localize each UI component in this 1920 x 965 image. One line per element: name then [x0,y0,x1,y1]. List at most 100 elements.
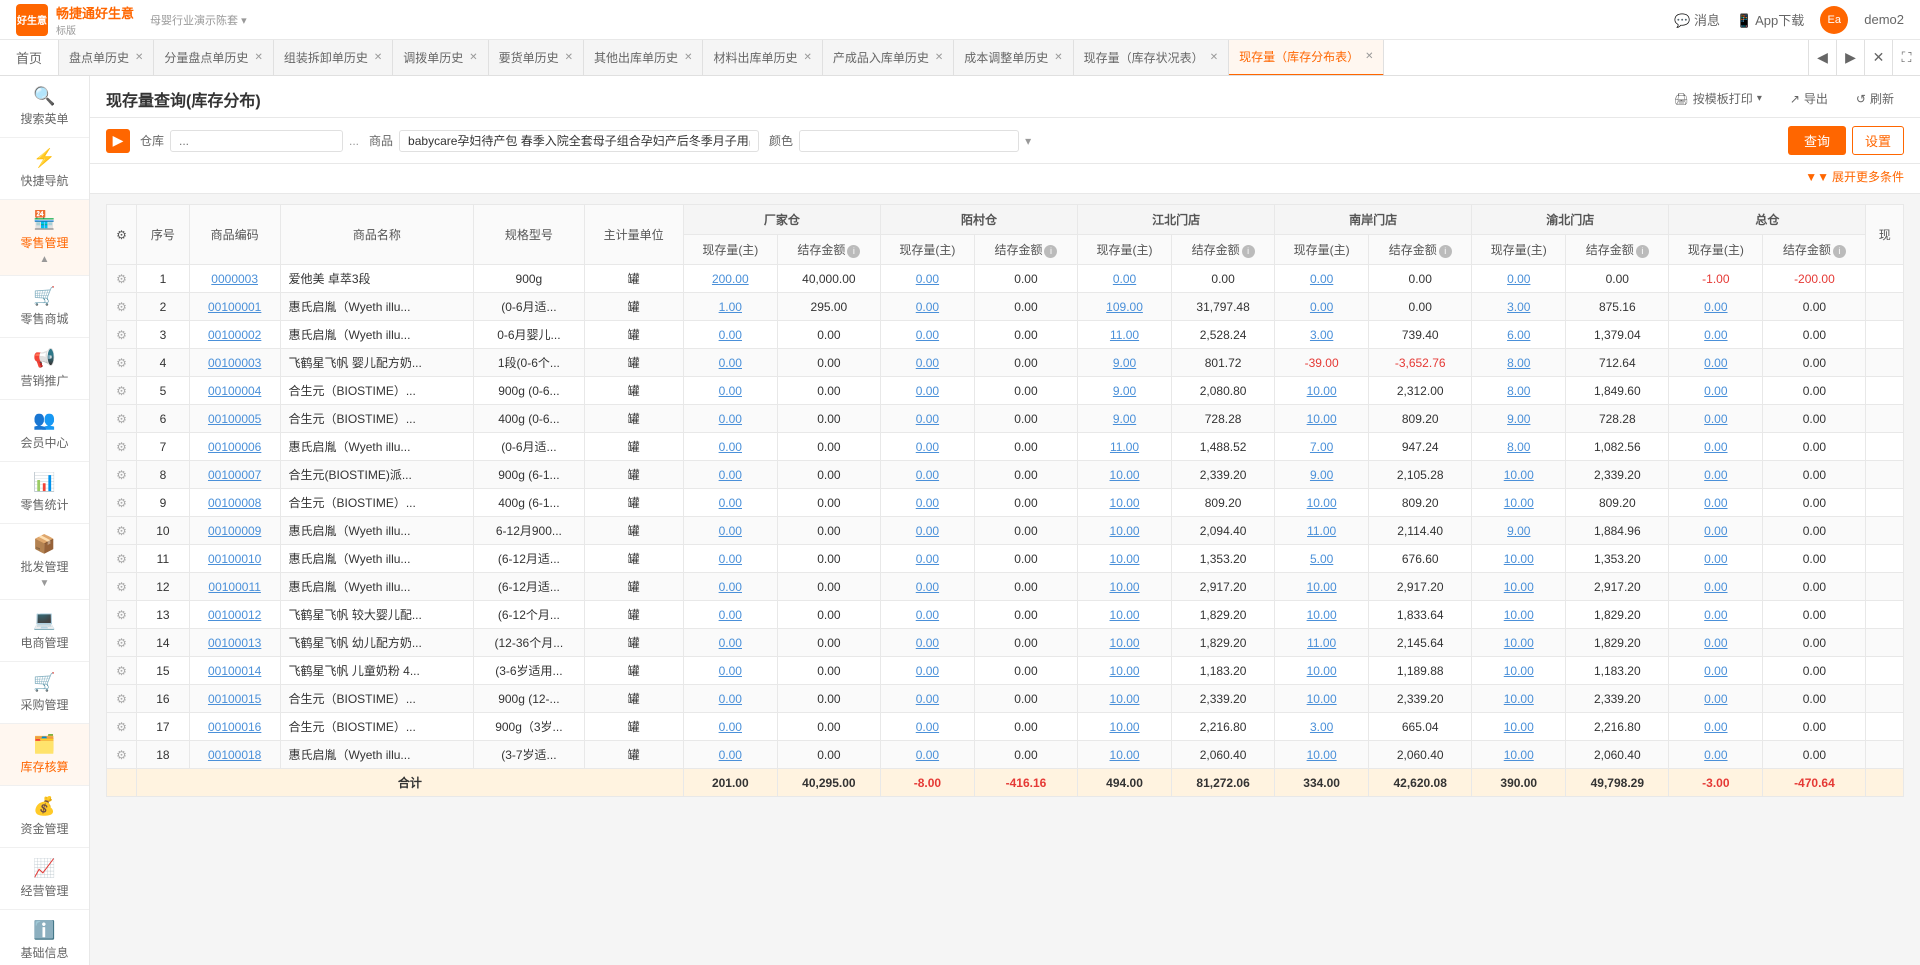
export-btn[interactable]: ↗ 导出 [1780,86,1838,111]
tab-yaohuo[interactable]: 要货单历史 ✕ [489,40,584,76]
color-dropdown-icon[interactable]: ▾ [1025,134,1031,148]
cell-total-qty: 0.00 [1669,405,1763,433]
tab-zuzhuan[interactable]: 组装拆卸单历史 ✕ [274,40,393,76]
table-container[interactable]: ⚙ 序号 商品编码 商品名称 规格型号 主计量单位 厂家仓 陌村仓 江北门店 南… [90,194,1920,965]
tab-fenpandian[interactable]: 分量盘点单历史 ✕ [154,40,273,76]
sidebar-item-quicknav[interactable]: ⚡ 快捷导航 [0,138,89,200]
sidebar-item-ecommerce[interactable]: 💻 电商管理 [0,600,89,662]
cell-settings[interactable]: ⚙ [107,685,137,713]
cell-settings[interactable]: ⚙ [107,741,137,769]
close-tab-kucun-zhuangkuang[interactable]: ✕ [1210,52,1218,63]
close-tab-qitachu[interactable]: ✕ [684,52,692,63]
cell-spec: 900g (6-1... [474,461,584,489]
cell-unit: 罐 [584,741,683,769]
cell-spec: 900g（3岁... [474,713,584,741]
cell-settings[interactable]: ⚙ [107,377,137,405]
filter-toggle-btn[interactable]: ▶ [106,129,130,153]
sidebar-item-retail-mgmt[interactable]: 🏪 零售管理 ▲ [0,200,89,276]
close-tab-fenpandian[interactable]: ✕ [254,52,262,63]
settings-btn[interactable]: 设置 [1852,126,1904,155]
tab-kucun-zhuangkuang[interactable]: 现存量（库存状况表） ✕ [1074,40,1229,76]
summary-total-amt: -470.64 [1763,769,1866,797]
factory-amt-info[interactable]: i [847,245,860,258]
sidebar-item-mall[interactable]: 🛒 零售商城 [0,276,89,338]
tab-next-btn[interactable]: ▶ [1836,40,1864,76]
close-tab-yaohuo[interactable]: ✕ [565,52,573,63]
tab-home[interactable]: 首页 [0,40,59,76]
refresh-btn[interactable]: ↺ 刷新 [1846,86,1904,111]
th-mucun-qty: 现存量(主) [880,235,974,265]
cell-settings[interactable]: ⚙ [107,713,137,741]
goods-input[interactable] [399,130,759,152]
cell-settings[interactable]: ⚙ [107,489,137,517]
summary-jiangbei-amt: 81,272.06 [1172,769,1275,797]
tab-close-all-btn[interactable]: ✕ [1864,40,1892,76]
tab-diaob[interactable]: 调拨单历史 ✕ [393,40,488,76]
avatar[interactable]: Ea [1820,6,1848,34]
th-settings[interactable]: ⚙ [107,205,137,265]
close-tab-pandian[interactable]: ✕ [135,52,143,63]
cell-settings[interactable]: ⚙ [107,601,137,629]
industry-selector[interactable]: 母婴行业演示陈套 ▾ [150,12,247,28]
nanan-amt-info[interactable]: i [1439,245,1452,258]
sidebar-item-retail-stats[interactable]: 📊 零售统计 [0,462,89,524]
sidebar-item-member[interactable]: 👥 会员中心 [0,400,89,462]
cell-settings[interactable]: ⚙ [107,629,137,657]
warehouse-input[interactable] [170,130,343,152]
sidebar-item-wholesale[interactable]: 📦 批发管理 ▼ [0,524,89,600]
tab-kucun-fenbiao[interactable]: 现存量（库存分布表） ✕ [1229,40,1384,76]
mucun-amt-info[interactable]: i [1044,245,1057,258]
close-tab-cailiao[interactable]: ✕ [803,52,811,63]
message-link[interactable]: 💬 消息 [1674,10,1720,29]
close-tab-zuzhuan[interactable]: ✕ [374,52,382,63]
cell-settings[interactable]: ⚙ [107,293,137,321]
cell-settings[interactable]: ⚙ [107,405,137,433]
query-btn[interactable]: 查询 [1788,126,1846,155]
cell-settings[interactable]: ⚙ [107,433,137,461]
cell-mucun-qty: 0.00 [880,433,974,461]
cell-code: 00100013 [189,629,280,657]
close-tab-kucun-fenbiao[interactable]: ✕ [1365,51,1373,62]
cell-settings[interactable]: ⚙ [107,545,137,573]
th-factory-qty: 现存量(主) [683,235,777,265]
sidebar-item-search[interactable]: 🔍 搜索英单 [0,76,89,138]
sidebar-item-inventory[interactable]: 🗂️ 库存核算 [0,724,89,786]
cell-num: 17 [137,713,190,741]
close-tab-chenben[interactable]: ✕ [1054,52,1062,63]
cell-settings[interactable]: ⚙ [107,657,137,685]
cell-num: 12 [137,573,190,601]
jiangbei-amt-info[interactable]: i [1242,245,1255,258]
cell-jiangbei-qty: 9.00 [1078,377,1172,405]
cell-settings[interactable]: ⚙ [107,461,137,489]
sidebar-item-operation[interactable]: 📈 经营管理 [0,848,89,910]
print-icon: 🖨 [1674,92,1689,106]
tab-fullscreen-btn[interactable]: ⛶ [1892,40,1920,76]
cell-spec: 900g [474,265,584,293]
cell-settings[interactable]: ⚙ [107,349,137,377]
close-tab-diaob[interactable]: ✕ [469,52,477,63]
cell-settings[interactable]: ⚙ [107,321,137,349]
tab-chanchenpin[interactable]: 产成品入库单历史 ✕ [823,40,954,76]
tab-chenben[interactable]: 成本调整单历史 ✕ [954,40,1073,76]
cell-settings[interactable]: ⚙ [107,573,137,601]
cell-total-qty: 0.00 [1669,741,1763,769]
close-tab-chanchenpin[interactable]: ✕ [935,52,943,63]
tab-cailiao[interactable]: 材料出库单历史 ✕ [703,40,822,76]
tab-pandian[interactable]: 盘点单历史 ✕ [59,40,154,76]
sidebar-item-purchase[interactable]: 🛒 采购管理 [0,662,89,724]
yubei-amt-info[interactable]: i [1636,245,1649,258]
sidebar-item-finance[interactable]: 💰 资金管理 [0,786,89,848]
print-btn[interactable]: 🖨 按模板打印 ▾ [1664,86,1772,111]
cell-unit: 罐 [584,713,683,741]
total-amt-info[interactable]: i [1833,245,1846,258]
tab-qitachu[interactable]: 其他出库单历史 ✕ [584,40,703,76]
color-input[interactable] [799,130,1019,152]
tab-prev-btn[interactable]: ◀ [1808,40,1836,76]
cell-spec: 400g (6-1... [474,489,584,517]
sidebar-item-basic-info[interactable]: ℹ️ 基础信息 [0,910,89,965]
cell-settings[interactable]: ⚙ [107,517,137,545]
cell-settings[interactable]: ⚙ [107,265,137,293]
expand-more-btn[interactable]: ▼▼ 展开更多条件 [1805,168,1904,185]
sidebar-item-marketing[interactable]: 📢 营销推广 [0,338,89,400]
app-download-link[interactable]: 📱 App下载 [1736,10,1804,29]
